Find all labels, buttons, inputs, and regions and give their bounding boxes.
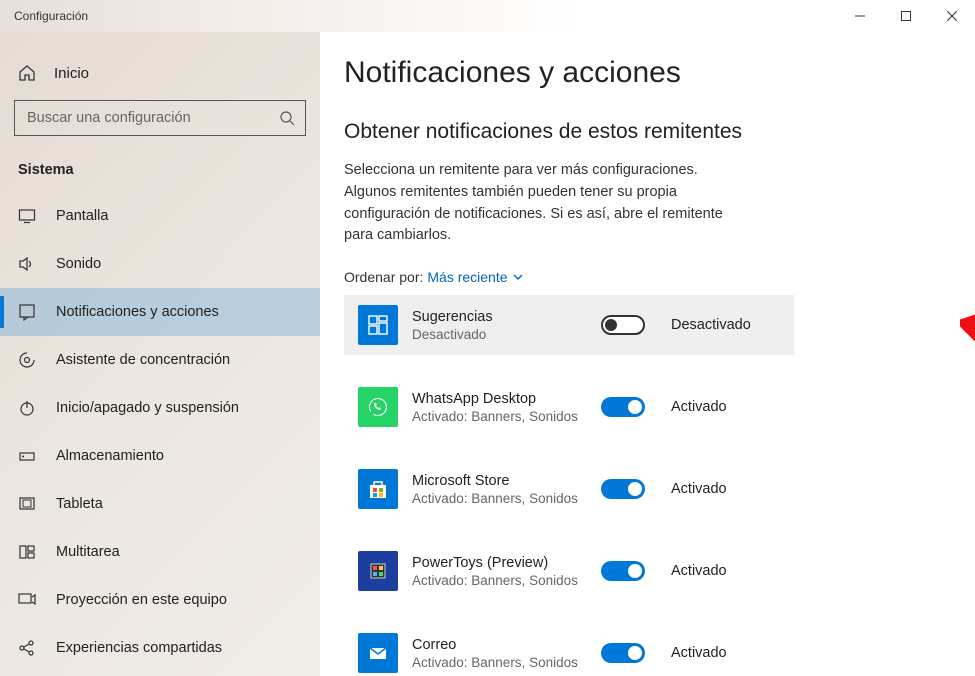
sort-value: Más reciente [427,269,507,285]
maximize-icon [901,11,911,21]
share-icon [18,639,36,657]
whatsapp-icon [358,387,398,427]
sender-name: Correo [412,637,587,653]
minimize-button[interactable] [837,0,883,32]
nav-label: Proyección en este equipo [56,592,227,608]
nav-sonido[interactable]: Sonido [0,240,320,288]
nav-multitarea[interactable]: Multitarea [0,528,320,576]
nav-label: Pantalla [56,208,108,224]
close-icon [947,11,957,21]
nav-label: Almacenamiento [56,448,164,464]
sender-sub: Activado: Banners, Sonidos [412,655,587,670]
nav-label: Sonido [56,256,101,272]
nav-label: Inicio/apagado y suspensión [56,400,239,416]
window-title: Configuración [0,9,88,23]
sender-name: Sugerencias [412,309,587,325]
project-icon [18,591,36,609]
nav-proyeccion[interactable]: Proyección en este equipo [0,576,320,624]
sender-sub: Activado: Banners, Sonidos [412,573,587,588]
annotation-arrow [960,200,975,350]
nav-almacenamiento[interactable]: Almacenamiento [0,432,320,480]
tablet-icon [18,495,36,513]
nav-pantalla[interactable]: Pantalla [0,192,320,240]
nav-label: Tableta [56,496,103,512]
maximize-button[interactable] [883,0,929,32]
display-icon [18,207,36,225]
toggle-sugerencias[interactable] [601,315,645,335]
search-icon [279,110,295,126]
toggle-label: Activado [671,481,727,497]
toggle-powertoys[interactable] [601,561,645,581]
group-header: Sistema [0,152,320,188]
sender-sub: Desactivado [412,327,587,342]
sender-powertoys[interactable]: PowerToys (Preview) Activado: Banners, S… [344,541,794,601]
suggestions-icon [358,305,398,345]
minimize-icon [855,11,865,21]
notifications-icon [18,303,36,321]
focus-icon [18,351,36,369]
search-input[interactable] [27,110,279,126]
home-icon [18,64,36,82]
mail-icon [358,633,398,673]
toggle-label: Activado [671,563,727,579]
power-icon [18,399,36,417]
home-link[interactable]: Inicio [0,56,320,90]
main-panel: Notificaciones y acciones Obtener notifi… [320,32,975,676]
toggle-label: Activado [671,399,727,415]
sender-name: Microsoft Store [412,473,587,489]
section-description: Selecciona un remitente para ver más con… [344,160,744,247]
nav-asistente[interactable]: Asistente de concentración [0,336,320,384]
toggle-correo[interactable] [601,643,645,663]
sender-sugerencias[interactable]: Sugerencias Desactivado Desactivado [344,295,794,355]
sidebar: Inicio Sistema Pantalla Sonido Notificac… [0,32,320,676]
close-button[interactable] [929,0,975,32]
titlebar: Configuración [0,0,975,32]
sender-whatsapp[interactable]: WhatsApp Desktop Activado: Banners, Soni… [344,377,794,437]
toggle-whatsapp[interactable] [601,397,645,417]
home-label: Inicio [54,65,89,82]
nav-label: Notificaciones y acciones [56,304,219,320]
nav-tableta[interactable]: Tableta [0,480,320,528]
sound-icon [18,255,36,273]
multitask-icon [18,543,36,561]
nav-experiencias[interactable]: Experiencias compartidas [0,624,320,672]
section-title: Obtener notificaciones de estos remitent… [344,120,939,144]
sender-sub: Activado: Banners, Sonidos [412,491,587,506]
toggle-label: Desactivado [671,317,751,333]
nav-label: Multitarea [56,544,120,560]
sender-name: PowerToys (Preview) [412,555,587,571]
nav-notificaciones[interactable]: Notificaciones y acciones [0,288,320,336]
sort-label: Ordenar por: [344,269,423,285]
toggle-label: Activado [671,645,727,661]
nav-label: Asistente de concentración [56,352,230,368]
sender-msstore[interactable]: Microsoft Store Activado: Banners, Sonid… [344,459,794,519]
sender-correo[interactable]: Correo Activado: Banners, Sonidos Activa… [344,623,794,676]
nav-label: Experiencias compartidas [56,640,222,656]
msstore-icon [358,469,398,509]
chevron-down-icon [512,271,524,283]
page-title: Notificaciones y acciones [344,56,939,90]
powertoys-icon [358,551,398,591]
toggle-msstore[interactable] [601,479,645,499]
storage-icon [18,447,36,465]
search-box[interactable] [14,100,306,136]
nav-inicio-apagado[interactable]: Inicio/apagado y suspensión [0,384,320,432]
sort-selector[interactable]: Ordenar por: Más reciente [344,269,939,285]
sender-name: WhatsApp Desktop [412,391,587,407]
sender-sub: Activado: Banners, Sonidos [412,409,587,424]
